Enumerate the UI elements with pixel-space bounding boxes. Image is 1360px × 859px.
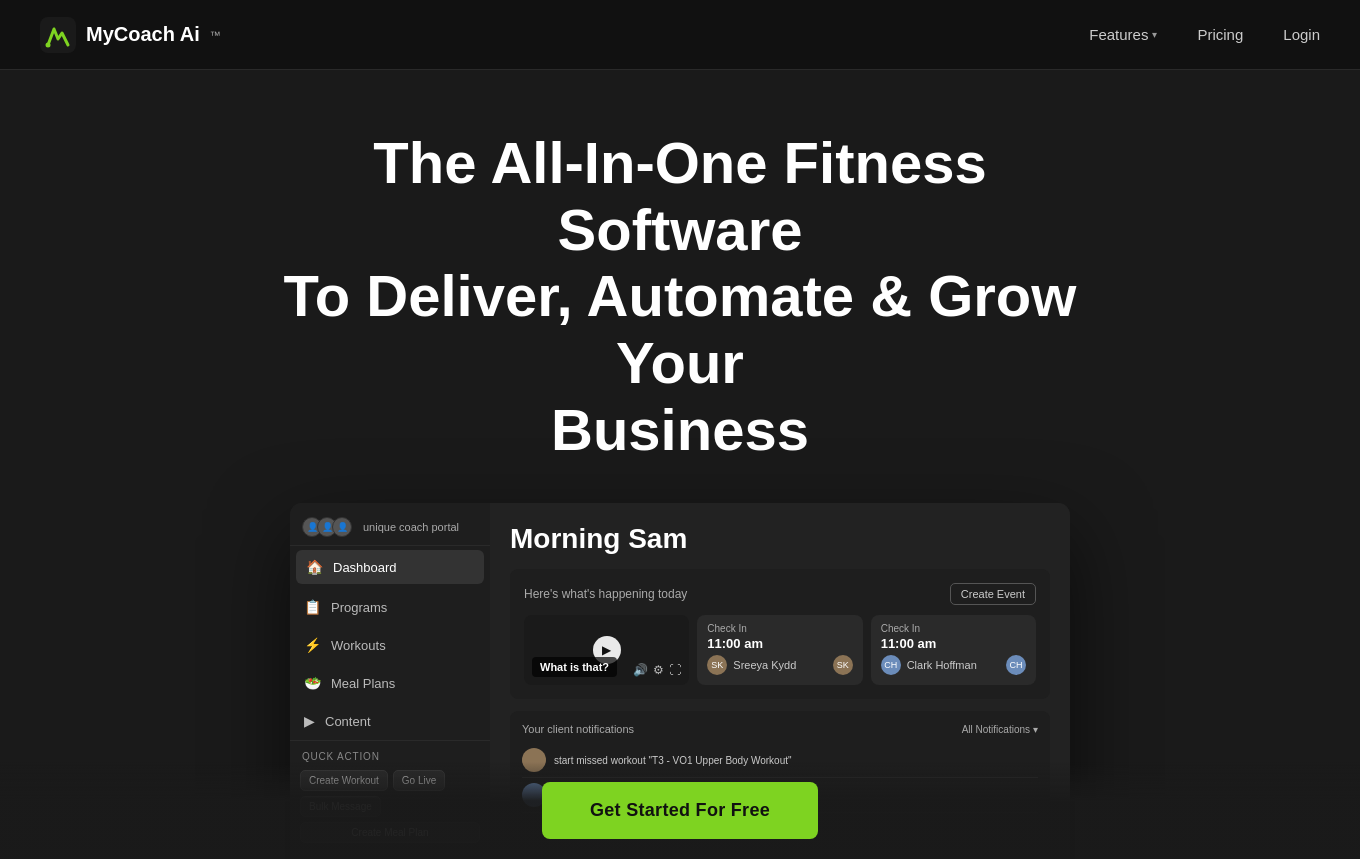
notifications-label: Your client notifications xyxy=(522,723,634,735)
checkin-card-clark: Check In 11:00 am CH Clark Hoffman CH xyxy=(871,615,1036,685)
today-section: Here's what's happening today Create Eve… xyxy=(510,569,1050,699)
dropdown-icon: ▾ xyxy=(1033,724,1038,735)
get-started-button[interactable]: Get Started For Free xyxy=(542,782,818,839)
cta-container: Get Started For Free xyxy=(0,762,1360,859)
workouts-icon: ⚡ xyxy=(304,637,321,653)
video-controls: 🔊 ⚙ ⛶ xyxy=(633,663,681,677)
brand-tm: ™ xyxy=(210,29,221,41)
checkin-username-1: Sreeya Kydd xyxy=(733,659,796,671)
checkin-label-2: Check In xyxy=(881,623,1026,634)
features-chevron: ▾ xyxy=(1152,29,1157,40)
sidebar-item-programs[interactable]: 📋 Programs xyxy=(290,588,490,626)
checkin-label-1: Check In xyxy=(707,623,852,634)
checkin-time-1: 11:00 am xyxy=(707,636,852,651)
checkin-card-video: ▶ 🔊 ⚙ ⛶ What is that? xyxy=(524,615,689,685)
checkin-card-sreeya: Check In 11:00 am SK Sreeya Kydd SK xyxy=(697,615,862,685)
hero-title: The All-In-One Fitness Software To Deliv… xyxy=(280,130,1080,463)
avatar-group: 👤 👤 👤 xyxy=(302,517,347,537)
sidebar-item-dashboard-label: Dashboard xyxy=(333,560,397,575)
checkin-user-2: CH Clark Hoffman CH xyxy=(881,655,1026,675)
hero-section: The All-In-One Fitness Software To Deliv… xyxy=(0,70,1360,859)
sidebar-item-content[interactable]: ▶ Content xyxy=(290,702,490,740)
sidebar-item-mealplans[interactable]: 🥗 Meal Plans xyxy=(290,664,490,702)
checkin-info-sreeya: Check In 11:00 am SK Sreeya Kydd SK xyxy=(697,615,862,683)
checkin-avatar-clark: CH xyxy=(881,655,901,675)
dashboard-icon: 🏠 xyxy=(306,559,323,575)
navbar: MyCoach Ai ™ Features ▾ Pricing Login xyxy=(0,0,1360,70)
notifications-header: Your client notifications All Notificati… xyxy=(522,723,1038,735)
mealplans-icon: 🥗 xyxy=(304,675,321,691)
today-header: Here's what's happening today Create Eve… xyxy=(524,583,1036,605)
sidebar-top: 👤 👤 👤 unique coach portal xyxy=(290,503,490,546)
checkin-username-2: Clark Hoffman xyxy=(907,659,977,671)
brand-name: MyCoach Ai xyxy=(86,23,200,46)
checkin-info-clark: Check In 11:00 am CH Clark Hoffman CH xyxy=(871,615,1036,683)
sidebar-item-dashboard[interactable]: 🏠 Dashboard xyxy=(296,550,484,584)
programs-icon: 📋 xyxy=(304,599,321,615)
checkin-cards: ▶ 🔊 ⚙ ⛶ What is that? Check In xyxy=(524,615,1036,685)
sidebar-coach-text: unique coach portal xyxy=(363,521,459,533)
fullscreen-icon[interactable]: ⛶ xyxy=(669,663,681,677)
video-overlay-text: What is that? xyxy=(532,657,617,677)
checkin-time-2: 11:00 am xyxy=(881,636,1026,651)
logo-group: MyCoach Ai ™ xyxy=(40,17,221,53)
sidebar-item-workouts[interactable]: ⚡ Workouts xyxy=(290,626,490,664)
sidebar-item-programs-label: Programs xyxy=(331,600,387,615)
mini-avatar-3: 👤 xyxy=(332,517,352,537)
settings-icon[interactable]: ⚙ xyxy=(653,663,664,677)
sidebar-item-mealplans-label: Meal Plans xyxy=(331,676,395,691)
checkin-avatar-sreeya-2: SK xyxy=(833,655,853,675)
features-link[interactable]: Features ▾ xyxy=(1089,26,1157,43)
sidebar-item-workouts-label: Workouts xyxy=(331,638,386,653)
logo-icon xyxy=(40,17,76,53)
checkin-avatar-sreeya: SK xyxy=(707,655,727,675)
content-icon: ▶ xyxy=(304,713,315,729)
sidebar-item-content-label: Content xyxy=(325,714,371,729)
checkin-avatar-clark-2: CH xyxy=(1006,655,1026,675)
today-label: Here's what's happening today xyxy=(524,587,687,601)
svg-point-1 xyxy=(46,42,51,47)
nav-links: Features ▾ Pricing Login xyxy=(1089,26,1320,43)
create-event-button[interactable]: Create Event xyxy=(950,583,1036,605)
checkin-user-1: SK Sreeya Kydd SK xyxy=(707,655,852,675)
greeting: Morning Sam xyxy=(510,523,1050,555)
login-link[interactable]: Login xyxy=(1283,26,1320,43)
volume-icon[interactable]: 🔊 xyxy=(633,663,648,677)
pricing-link[interactable]: Pricing xyxy=(1197,26,1243,43)
all-notifications-button[interactable]: All Notifications ▾ xyxy=(962,724,1038,735)
qa-title: QUCK ACTION xyxy=(300,751,480,762)
